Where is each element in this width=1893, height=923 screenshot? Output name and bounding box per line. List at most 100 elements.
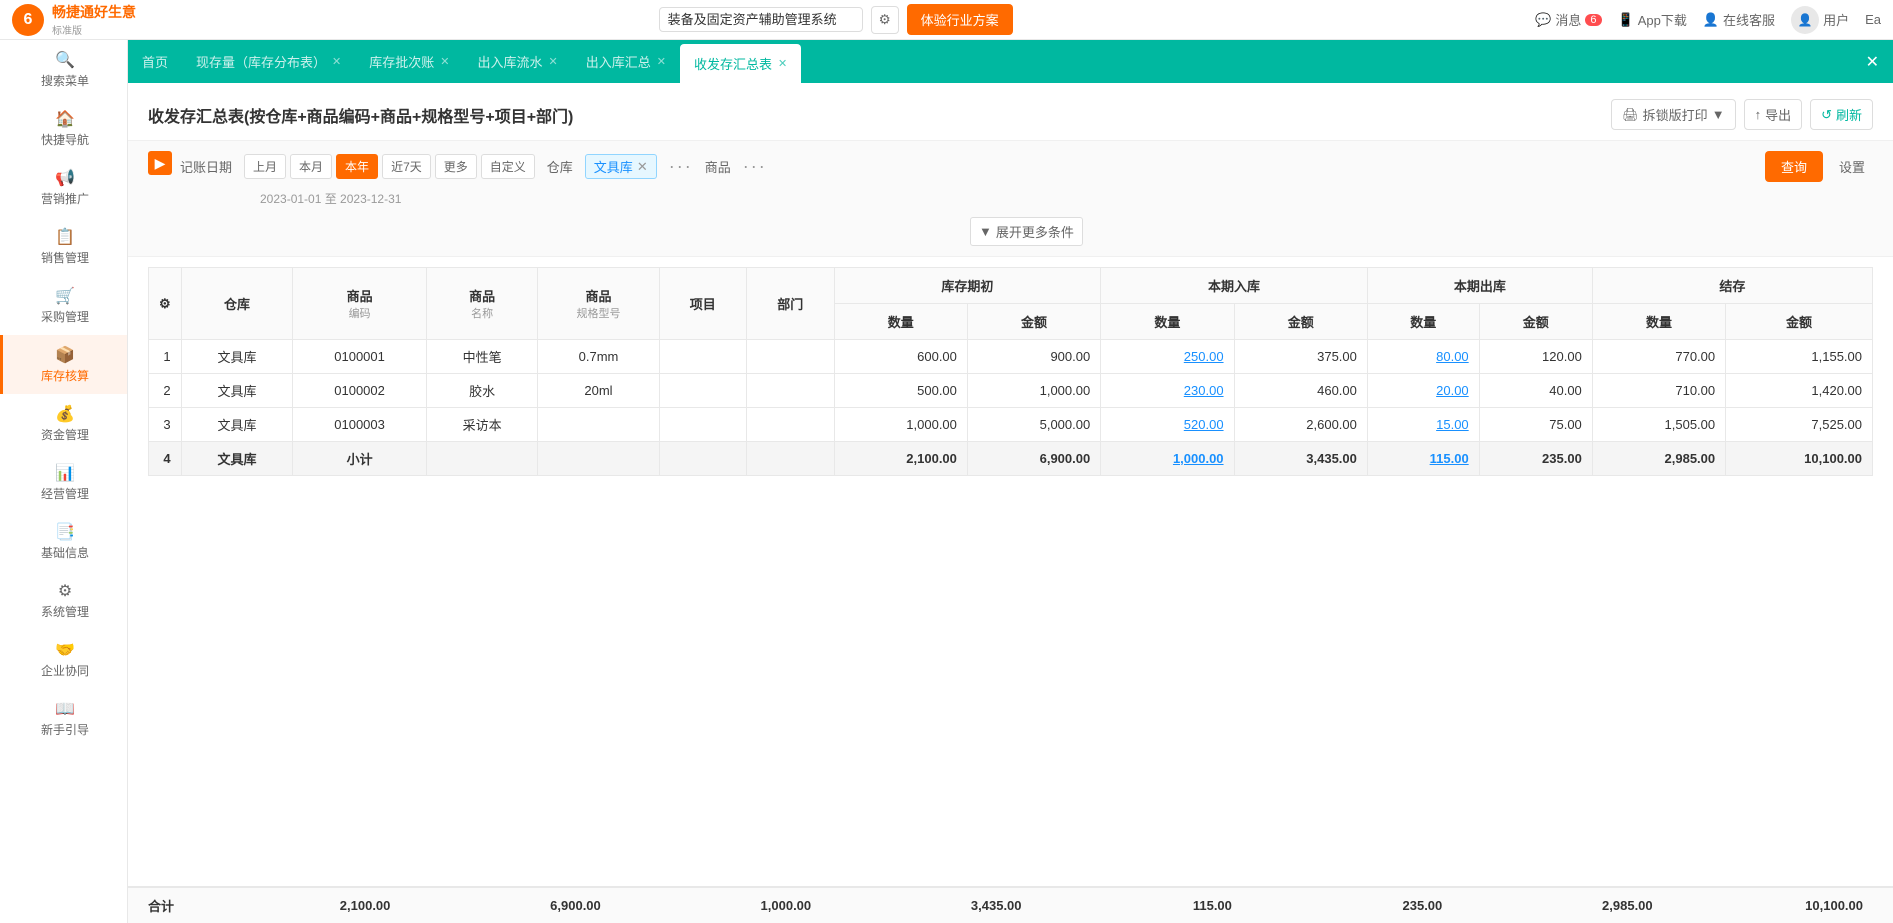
tab-home[interactable]: 首页	[128, 42, 182, 81]
sidebar-item-inventory[interactable]: 📦 库存核算	[0, 335, 127, 394]
sidebar-label-inventory: 库存核算	[41, 367, 89, 384]
system-selector[interactable]: 装备及固定资产辅助管理系统	[659, 7, 863, 32]
gear-button[interactable]: ⚙	[871, 6, 899, 34]
tab-close-summary-inout[interactable]: ✕	[657, 55, 666, 68]
th-warehouse: 仓库	[181, 268, 293, 340]
tab-close-flow[interactable]: ✕	[549, 55, 558, 68]
subtotal-in-qty[interactable]: 1,000.00	[1101, 442, 1234, 476]
row1-out-qty[interactable]: 80.00	[1367, 340, 1479, 374]
warehouse-dots[interactable]: ···	[669, 156, 693, 177]
experience-button[interactable]: 体验行业方案	[907, 4, 1013, 35]
subtotal-out-qty[interactable]: 115.00	[1367, 442, 1479, 476]
export-button[interactable]: ↑ 导出	[1744, 99, 1803, 130]
subtotal-in-amt: 3,435.00	[1234, 442, 1367, 476]
subtotal-bal-amt: 10,100.00	[1726, 442, 1873, 476]
date-btn-last[interactable]: 上月	[244, 154, 286, 179]
date-btn-year[interactable]: 本年	[336, 154, 378, 179]
sidebar-item-operation[interactable]: 📊 经营管理	[0, 453, 127, 512]
content-area: 首页 现存量（库存分布表） ✕ 库存批次账 ✕ 出入库流水 ✕ 出入库汇总 ✕	[128, 40, 1893, 923]
th-settings[interactable]: ⚙	[149, 268, 182, 340]
top-bar-right: 💬 消息 6 📱 App下载 👤 在线客服 👤 用户 Ea	[1535, 6, 1881, 34]
footer-values: 2,100.00 6,900.00 1,000.00 3,435.00 115.…	[190, 898, 1873, 913]
sidebar-item-system[interactable]: ⚙ 系统管理	[0, 571, 127, 630]
toggle-arrow-button[interactable]: ▶	[148, 151, 172, 175]
basic-icon: 📑	[55, 522, 75, 542]
date-btn-cur[interactable]: 本月	[290, 154, 332, 179]
app-title: 畅捷通好生意	[52, 2, 136, 22]
expand-button[interactable]: ▼ 展开更多条件	[970, 217, 1083, 246]
system-icon: ⚙	[58, 581, 72, 601]
sidebar-label-system: 系统管理	[41, 603, 89, 620]
user-item[interactable]: 👤 用户	[1791, 6, 1849, 34]
row2-out-amt: 40.00	[1479, 374, 1592, 408]
page-header: 收发存汇总表(按仓库+商品编码+商品+规格型号+项目+部门) 🖨 拆锁版打印 ▼…	[128, 83, 1893, 141]
purchase-icon: 🛒	[55, 286, 75, 306]
tab-close-batch[interactable]: ✕	[440, 55, 449, 68]
print-button[interactable]: 🖨 拆锁版打印 ▼	[1611, 99, 1735, 130]
row3-in-qty[interactable]: 520.00	[1101, 408, 1234, 442]
tab-close-recv-send[interactable]: ✕	[778, 57, 787, 70]
app-download-item[interactable]: 📱 App下载	[1618, 10, 1687, 29]
row3-out-qty[interactable]: 15.00	[1367, 408, 1479, 442]
inventory-icon: 📦	[55, 345, 75, 365]
row2-warehouse: 文具库	[181, 374, 293, 408]
sidebar-item-quick[interactable]: 🏠 快捷导航	[0, 99, 127, 158]
th-group-open: 库存期初	[834, 268, 1101, 304]
tab-flow[interactable]: 出入库流水 ✕	[463, 42, 571, 81]
footer-out-amt: 235.00	[1242, 898, 1452, 913]
tab-close-inventory-dist[interactable]: ✕	[332, 55, 341, 68]
subtotal-empty3	[659, 442, 747, 476]
date-btn-more[interactable]: 更多	[435, 154, 477, 179]
tab-bar-close[interactable]: ✕	[1852, 42, 1893, 82]
subtotal-open-amt: 6,900.00	[967, 442, 1100, 476]
row3-seq: 3	[149, 408, 182, 442]
query-button[interactable]: 查询	[1765, 151, 1823, 182]
sidebar-item-basic[interactable]: 📑 基础信息	[0, 512, 127, 571]
footer-label: 合计	[148, 896, 174, 915]
footer-bar: 合计 2,100.00 6,900.00 1,000.00 3,435.00 1…	[128, 886, 1893, 923]
row2-out-qty[interactable]: 20.00	[1367, 374, 1479, 408]
message-item[interactable]: 💬 消息 6	[1535, 10, 1601, 29]
row1-in-qty[interactable]: 250.00	[1101, 340, 1234, 374]
warehouse-tag: 文具库 ✕	[585, 154, 657, 179]
footer-bal-amt: 10,100.00	[1663, 898, 1873, 913]
newbie-icon: 📖	[55, 699, 75, 719]
message-icon: 💬	[1535, 12, 1551, 28]
row3-dept	[747, 408, 835, 442]
date-btn-7days[interactable]: 近7天	[382, 154, 431, 179]
refresh-button[interactable]: ↺ 刷新	[1810, 99, 1873, 130]
tab-recv-send[interactable]: 收发存汇总表 ✕	[680, 44, 801, 83]
sidebar-item-newbie[interactable]: 📖 新手引导	[0, 689, 127, 748]
th-out-qty: 数量	[1367, 304, 1479, 340]
subtotal-seq: 4	[149, 442, 182, 476]
th-name: 商品名称	[426, 268, 538, 340]
online-service-item[interactable]: 👤 在线客服	[1703, 10, 1775, 29]
sidebar-item-purchase[interactable]: 🛒 采购管理	[0, 276, 127, 335]
tab-batch[interactable]: 库存批次账 ✕	[355, 42, 463, 81]
sidebar-item-marketing[interactable]: 📢 营销推广	[0, 158, 127, 217]
goods-dots[interactable]: ···	[743, 156, 767, 177]
settings-link[interactable]: 设置	[1831, 155, 1873, 178]
tab-inventory-dist[interactable]: 现存量（库存分布表） ✕	[182, 42, 355, 81]
row3-bal-qty: 1,505.00	[1592, 408, 1725, 442]
row1-dept	[747, 340, 835, 374]
sidebar-item-finance[interactable]: 💰 资金管理	[0, 394, 127, 453]
warehouse-tag-close[interactable]: ✕	[637, 159, 648, 175]
search-icon: 🔍	[55, 50, 75, 70]
subtotal-open-qty: 2,100.00	[834, 442, 967, 476]
tab-bar: 首页 现存量（库存分布表） ✕ 库存批次账 ✕ 出入库流水 ✕ 出入库汇总 ✕	[128, 40, 1893, 83]
expand-icon: ▼	[979, 224, 992, 239]
date-btn-custom[interactable]: 自定义	[481, 154, 535, 179]
sidebar-item-collab[interactable]: 🤝 企业协同	[0, 630, 127, 689]
filter-row-1: 记账日期 上月 本月 本年 近7天 更多 自定义	[180, 151, 1873, 182]
subtotal-empty2	[538, 442, 659, 476]
tab-summary-inout[interactable]: 出入库汇总 ✕	[572, 42, 680, 81]
warehouse-tag-text: 文具库	[594, 157, 633, 176]
sidebar-item-sales[interactable]: 📋 销售管理	[0, 217, 127, 276]
th-in-qty: 数量	[1101, 304, 1234, 340]
sidebar-item-search[interactable]: 🔍 搜索菜单	[0, 40, 127, 99]
row1-project	[659, 340, 747, 374]
row1-bal-qty: 770.00	[1592, 340, 1725, 374]
message-badge: 6	[1585, 14, 1601, 26]
row2-in-qty[interactable]: 230.00	[1101, 374, 1234, 408]
